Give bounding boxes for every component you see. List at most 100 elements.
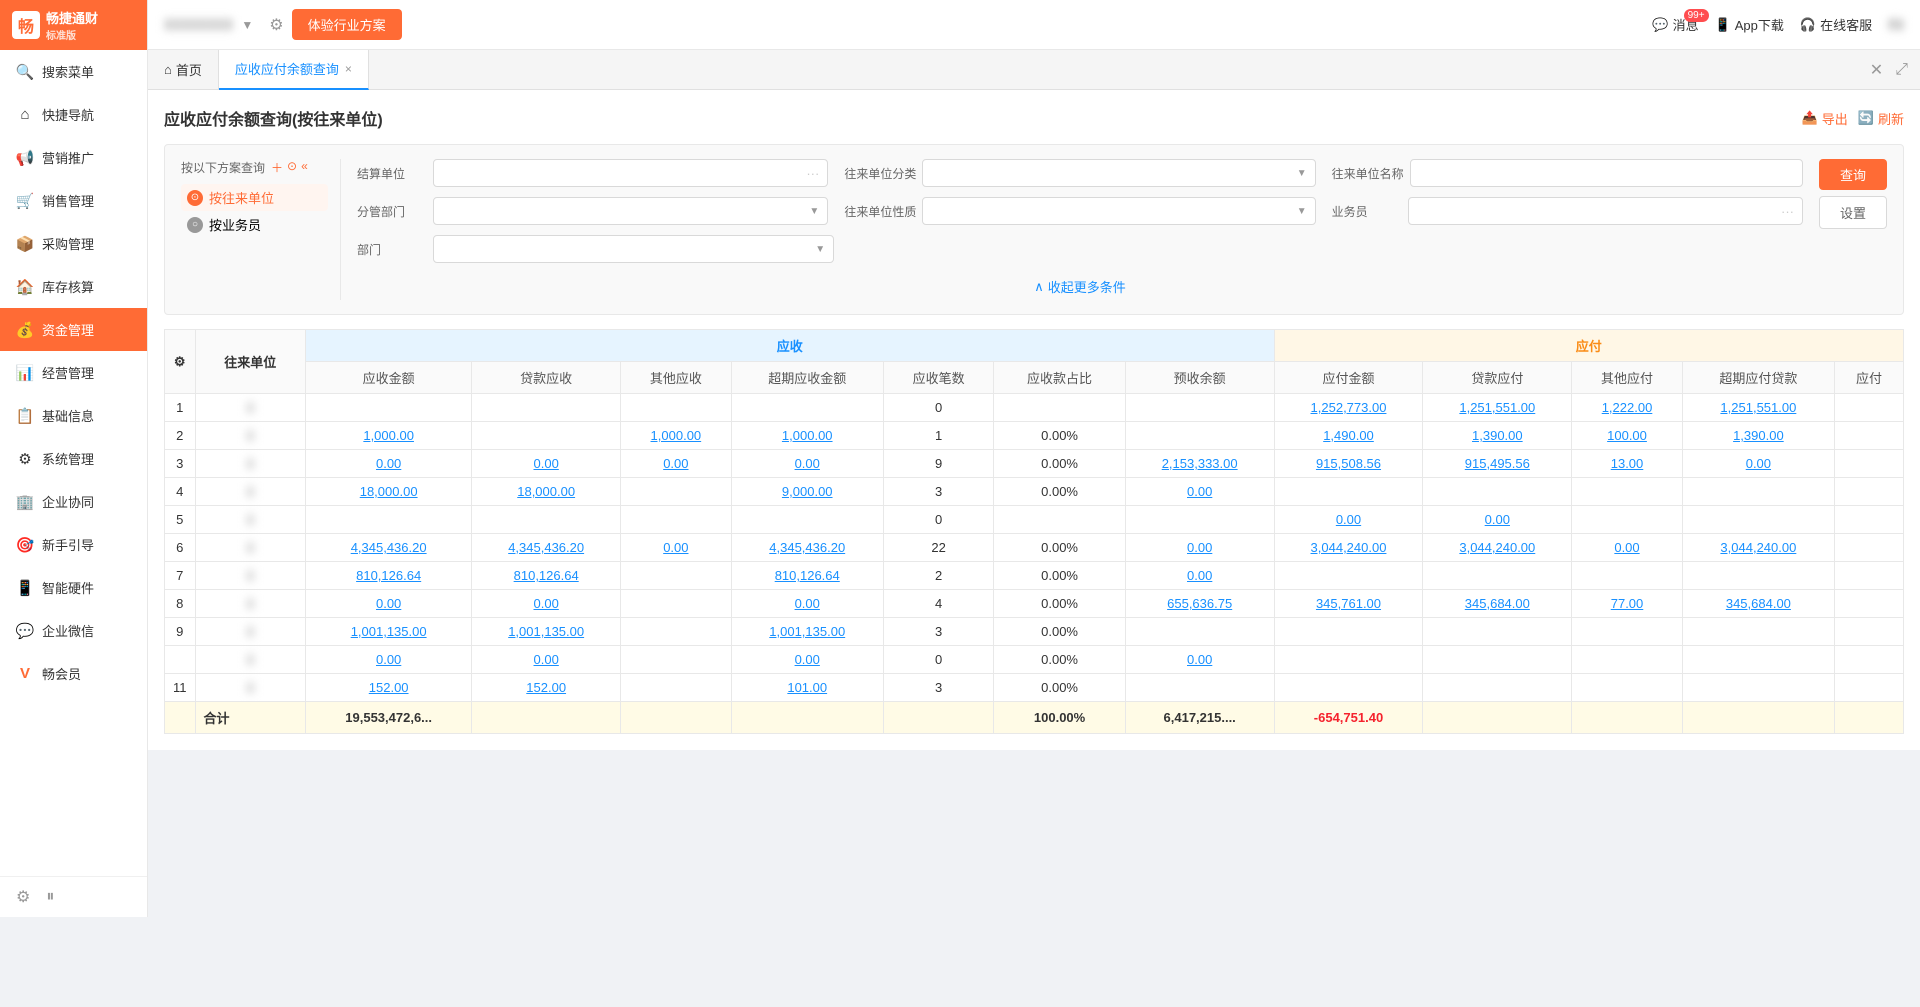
cell-link[interactable]: 0.00	[1485, 512, 1510, 527]
tab-home[interactable]: ⌂ 首页	[148, 50, 219, 90]
cell-link[interactable]: 0.00	[1187, 484, 1212, 499]
cell-link[interactable]: 9,000.00	[782, 484, 833, 499]
cell-link[interactable]: 77.00	[1611, 596, 1644, 611]
cell-link[interactable]: 0.00	[663, 540, 688, 555]
settlement-input[interactable]: ···	[433, 159, 828, 187]
cell-link[interactable]: 0.00	[1336, 512, 1361, 527]
cell-link[interactable]: 0.00	[795, 596, 820, 611]
window-close-icon[interactable]: ✕	[1870, 60, 1883, 80]
cell-link[interactable]: 915,495.56	[1465, 456, 1530, 471]
scheme-item-by-sales[interactable]: ○ 按业务员	[181, 211, 328, 238]
cell-link[interactable]: 0.00	[795, 652, 820, 667]
cell-link[interactable]: 915,508.56	[1316, 456, 1381, 471]
cell-link[interactable]: 0.00	[376, 596, 401, 611]
add-scheme-icon[interactable]: ＋	[271, 159, 283, 176]
cell-link[interactable]: 152.00	[526, 680, 566, 695]
cell-link[interactable]: 810,126.64	[356, 568, 421, 583]
cell-link[interactable]: 0.00	[376, 456, 401, 471]
cell-link[interactable]: 810,126.64	[775, 568, 840, 583]
cell-link[interactable]: 0.00	[1187, 652, 1212, 667]
sidebar-item-wechat[interactable]: 💬 企业微信	[0, 609, 147, 652]
cell-link[interactable]: 0.00	[1746, 456, 1771, 471]
edit-scheme-icon[interactable]: ⊙	[287, 159, 297, 176]
sidebar-item-hardware[interactable]: 📱 智能硬件	[0, 566, 147, 609]
sidebar-item-search-menu[interactable]: 🔍 搜索菜单	[0, 50, 147, 93]
cell-link[interactable]: 1,390.00	[1733, 428, 1784, 443]
refresh-button[interactable]: 🔄 刷新	[1858, 109, 1904, 128]
sidebar-item-purchase[interactable]: 📦 采购管理	[0, 222, 147, 265]
cell-link[interactable]: 345,761.00	[1316, 596, 1381, 611]
user-menu[interactable]: Rit	[1888, 17, 1904, 32]
cell-link[interactable]: 4,345,436.20	[351, 540, 427, 555]
cell-link[interactable]: 101.00	[787, 680, 827, 695]
cell-link[interactable]: 1,222.00	[1602, 400, 1653, 415]
tab-close-icon[interactable]: ×	[345, 62, 352, 76]
partner-cat-input[interactable]: ▼	[922, 159, 1315, 187]
cell-link[interactable]: 0.00	[1614, 540, 1639, 555]
dept-input[interactable]: ▼	[433, 235, 834, 263]
sidebar-item-quick-nav[interactable]: ⌂ 快捷导航	[0, 93, 147, 136]
cell-link[interactable]: 0.00	[1187, 540, 1212, 555]
sidebar-collapse-icon[interactable]: ⏸	[46, 888, 54, 906]
cell-link[interactable]: 1,000.00	[363, 428, 414, 443]
collapse-scheme-icon[interactable]: «	[301, 159, 308, 176]
cell-link[interactable]: 655,636.75	[1167, 596, 1232, 611]
cell-link[interactable]: 0.00	[534, 456, 559, 471]
message-button[interactable]: 💬 消息 99+	[1652, 15, 1698, 34]
tab-ar-ap[interactable]: 应收应付余额查询 ×	[219, 50, 369, 90]
cell-link[interactable]: 13.00	[1611, 456, 1644, 471]
col-setting-header[interactable]: ⚙	[165, 330, 196, 394]
cell-link[interactable]: 1,251,551.00	[1459, 400, 1535, 415]
window-maximize-icon[interactable]: ⤢	[1895, 61, 1908, 79]
settings-button[interactable]: 设置	[1819, 196, 1887, 229]
dept-mgr-input[interactable]: ▼	[433, 197, 828, 225]
partner-nature-input[interactable]: ▼	[922, 197, 1315, 225]
sidebar-settings-icon[interactable]: ⚙	[16, 887, 30, 907]
cell-link[interactable]: 0.00	[663, 456, 688, 471]
cell-link[interactable]: 3,044,240.00	[1459, 540, 1535, 555]
collapse-more-conditions[interactable]: ∧ 收起更多条件	[357, 273, 1803, 300]
cell-link[interactable]: 3,044,240.00	[1311, 540, 1387, 555]
scheme-item-by-partner[interactable]: ⊙ 按往来单位	[181, 184, 328, 211]
sidebar-item-guide[interactable]: 🎯 新手引导	[0, 523, 147, 566]
cell-link[interactable]: 1,252,773.00	[1311, 400, 1387, 415]
cell-link[interactable]: 152.00	[369, 680, 409, 695]
sidebar-item-inventory[interactable]: 🏠 库存核算	[0, 265, 147, 308]
topbar-gear-icon[interactable]: ⚙	[269, 15, 283, 35]
cell-link[interactable]: 18,000.00	[517, 484, 575, 499]
cell-link[interactable]: 1,251,551.00	[1720, 400, 1796, 415]
partner-name-input[interactable]	[1410, 159, 1803, 187]
online-service-button[interactable]: 🎧 在线客服	[1800, 15, 1872, 34]
cell-link[interactable]: 1,001,135.00	[351, 624, 427, 639]
cell-link[interactable]: 1,000.00	[651, 428, 702, 443]
cell-link[interactable]: 0.00	[534, 596, 559, 611]
cell-link[interactable]: 345,684.00	[1726, 596, 1791, 611]
cell-link[interactable]: 345,684.00	[1465, 596, 1530, 611]
export-button[interactable]: 📤 导出	[1802, 109, 1848, 128]
cell-link[interactable]: 4,345,436.20	[769, 540, 845, 555]
cell-link[interactable]: 1,390.00	[1472, 428, 1523, 443]
cell-link[interactable]: 1,001,135.00	[508, 624, 584, 639]
sidebar-item-enterprise[interactable]: 🏢 企业协同	[0, 480, 147, 523]
cell-link[interactable]: 0.00	[534, 652, 559, 667]
cell-link[interactable]: 18,000.00	[360, 484, 418, 499]
cell-link[interactable]: 0.00	[795, 456, 820, 471]
sidebar-item-system[interactable]: ⚙ 系统管理	[0, 437, 147, 480]
sidebar-item-sales[interactable]: 🛒 销售管理	[0, 179, 147, 222]
cell-link[interactable]: 100.00	[1607, 428, 1647, 443]
cell-link[interactable]: 1,001,135.00	[769, 624, 845, 639]
cell-link[interactable]: 3,044,240.00	[1720, 540, 1796, 555]
sidebar-item-member[interactable]: V 畅会员	[0, 652, 147, 695]
sidebar-item-operation[interactable]: 📊 经营管理	[0, 351, 147, 394]
cell-link[interactable]: 810,126.64	[514, 568, 579, 583]
app-download-button[interactable]: 📱 App下载	[1715, 15, 1784, 34]
cell-link[interactable]: 4,345,436.20	[508, 540, 584, 555]
cell-link[interactable]: 0.00	[376, 652, 401, 667]
sidebar-item-capital[interactable]: 💰 资金管理	[0, 308, 147, 351]
query-button[interactable]: 查询	[1819, 159, 1887, 190]
salesperson-input[interactable]: ···	[1408, 197, 1803, 225]
cell-link[interactable]: 2,153,333.00	[1162, 456, 1238, 471]
sidebar-item-basic-info[interactable]: 📋 基础信息	[0, 394, 147, 437]
promo-button[interactable]: 体验行业方案	[292, 9, 402, 40]
cell-link[interactable]: 1,490.00	[1323, 428, 1374, 443]
